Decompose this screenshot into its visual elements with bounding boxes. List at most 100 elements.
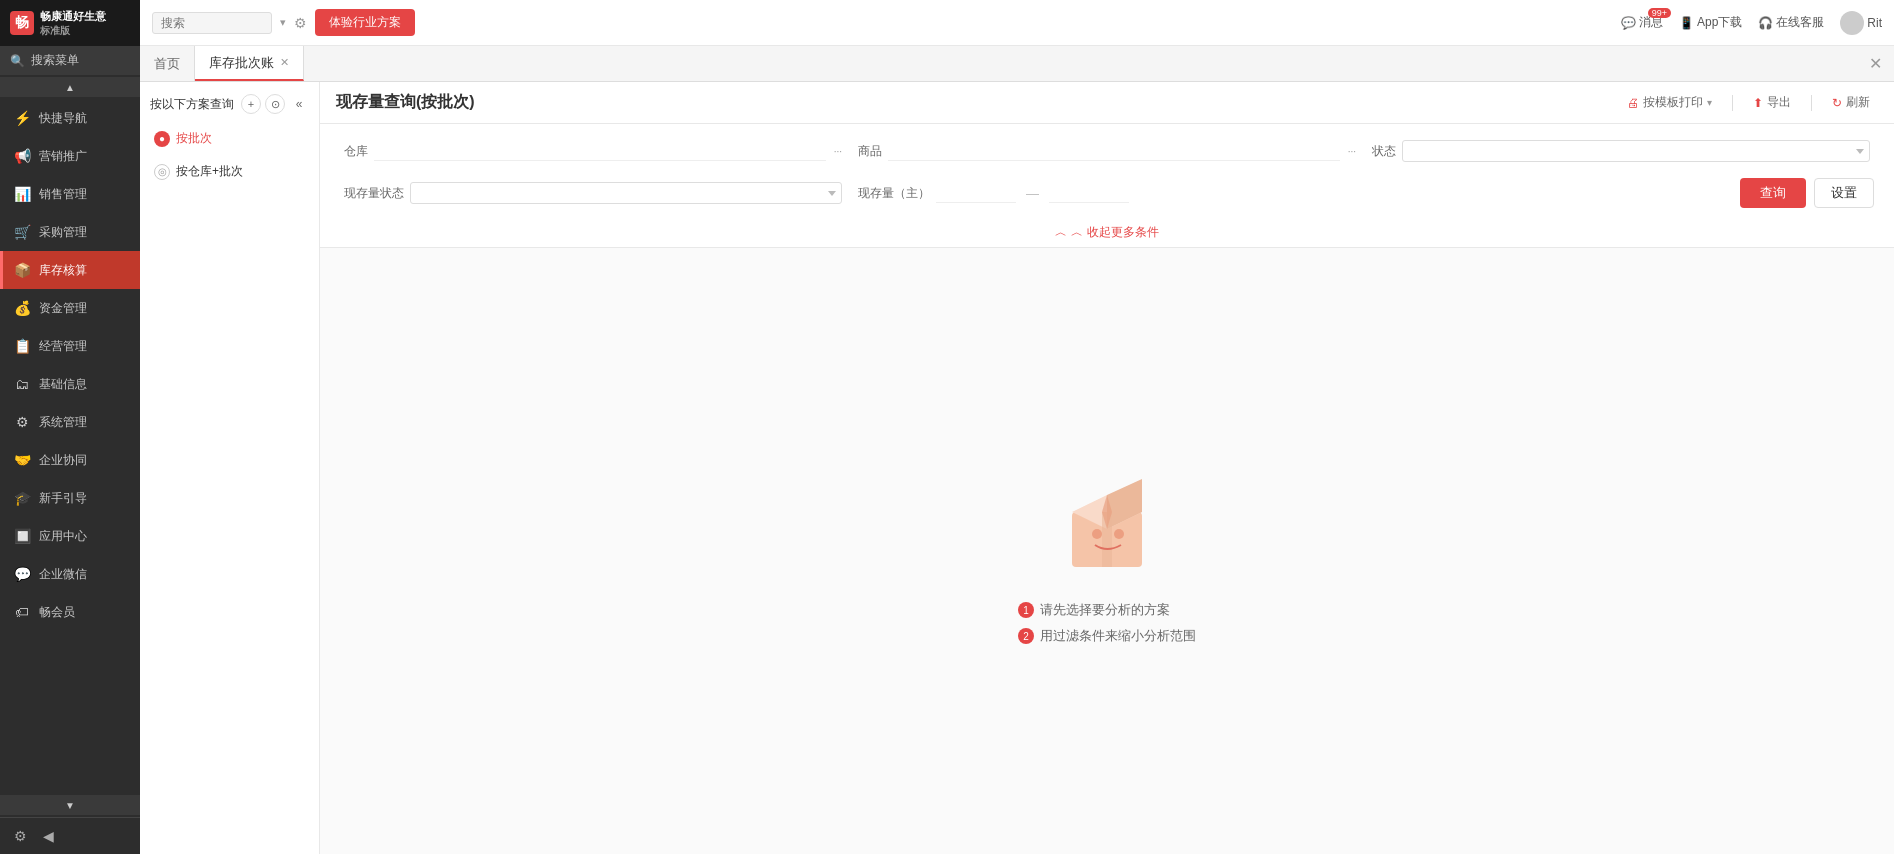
add-scheme-btn[interactable]: + (241, 94, 261, 114)
sales-icon: 📊 (13, 185, 31, 203)
empty-hint: 1 请先选择要分析的方案 2 用过滤条件来缩小分析范围 (1018, 601, 1196, 645)
toolbar-divider2 (1811, 95, 1812, 111)
qty-label: 现存量（主） (858, 185, 930, 202)
sidebar-search[interactable]: 🔍 搜索菜单 (0, 46, 140, 75)
tab-inventory-batch[interactable]: 库存批次账 ✕ (195, 46, 304, 81)
collapse-label: 收起更多条件 (1087, 224, 1159, 241)
tabbar-close-button[interactable]: ✕ (1857, 46, 1894, 81)
empty-state: 1 请先选择要分析的方案 2 用过滤条件来缩小分析范围 (320, 248, 1894, 854)
enterprise-icon: 🤝 (13, 451, 31, 469)
app-download-btn[interactable]: 📱 App下载 (1679, 14, 1742, 31)
scheme-settings-btn[interactable]: ⊙ (265, 94, 285, 114)
sidebar-scroll-up[interactable]: ▲ (0, 77, 140, 97)
sidebar-item-operation[interactable]: 📋 经营管理 (0, 327, 140, 365)
settings-button[interactable]: 设置 (1814, 178, 1874, 208)
right-panel: 现存量查询(按批次) 🖨 按模板打印 ▾ ⬆ 导出 ↻ 刷新 (320, 82, 1894, 854)
warehouse-more-icon[interactable]: ··· (834, 146, 842, 157)
print-icon: 🖨 (1627, 96, 1639, 110)
sidebar-item-enterprise[interactable]: 🤝 企业协同 (0, 441, 140, 479)
status-select[interactable]: 正常 不足 (1402, 140, 1870, 162)
sidebar-item-label: 企业协同 (39, 452, 87, 469)
scheme-item-by-warehouse-batch[interactable]: ◎ 按仓库+批次 (140, 155, 319, 188)
headset-icon: 🎧 (1758, 16, 1773, 30)
topbar-right: 💬 消息 99+ 📱 App下载 🎧 在线客服 Rit (1621, 11, 1882, 35)
trial-button[interactable]: 体验行业方案 (315, 9, 415, 36)
sidebar-item-label: 企业微信 (39, 566, 87, 583)
print-btn[interactable]: 🖨 按模板打印 ▾ (1619, 90, 1720, 115)
sidebar-item-wechat[interactable]: 💬 企业微信 (0, 555, 140, 593)
topbar-chevron-icon[interactable]: ▾ (280, 16, 286, 29)
refresh-icon: ↻ (1832, 96, 1842, 110)
sidebar-item-label: 采购管理 (39, 224, 87, 241)
tabbar: 首页 库存批次账 ✕ ✕ (140, 46, 1894, 82)
hint-item-1: 1 请先选择要分析的方案 (1018, 601, 1196, 619)
sidebar: 畅 畅康通好生意 标准版 🔍 搜索菜单 ▲ ⚡ 快捷导航 📢 营销推广 📊 销售… (0, 0, 140, 854)
sidebar-item-vip[interactable]: 🏷 畅会员 (0, 593, 140, 631)
message-btn[interactable]: 💬 消息 99+ (1621, 14, 1663, 31)
inventory-status-label: 现存量状态 (344, 185, 404, 202)
tab-home[interactable]: 首页 (140, 46, 195, 81)
scheme-icon-gray: ◎ (154, 164, 170, 180)
collapse-bar[interactable]: ︿ ︿ 收起更多条件 (320, 218, 1894, 247)
user-avatar[interactable]: Rit (1840, 11, 1882, 35)
qty-dash: — (1022, 186, 1043, 201)
export-btn[interactable]: ⬆ 导出 (1745, 90, 1799, 115)
sidebar-item-apps[interactable]: 🔲 应用中心 (0, 517, 140, 555)
sidebar-item-basic[interactable]: 🗂 基础信息 (0, 365, 140, 403)
query-button[interactable]: 查询 (1740, 178, 1806, 208)
panel-collapse-btn[interactable]: « (289, 94, 309, 114)
warehouse-input[interactable] (374, 142, 826, 161)
scheme-item-by-batch[interactable]: ● 按批次 (140, 122, 319, 155)
sidebar-item-label: 销售管理 (39, 186, 87, 203)
sidebar-item-label: 库存核算 (39, 262, 87, 279)
print-chevron-icon[interactable]: ▾ (1707, 97, 1712, 108)
message-badge: 99+ (1648, 8, 1671, 18)
scheme-label: 按批次 (176, 130, 212, 147)
collapse-sidebar-icon[interactable]: ◀ (38, 826, 58, 846)
sidebar-item-purchase[interactable]: 🛒 采购管理 (0, 213, 140, 251)
sidebar-item-system[interactable]: ⚙ 系统管理 (0, 403, 140, 441)
sidebar-item-inventory[interactable]: 📦 库存核算 (0, 251, 140, 289)
quick-nav-icon: ⚡ (13, 109, 31, 127)
page-title: 现存量查询(按批次) (336, 92, 475, 113)
tab-inventory-batch-label: 库存批次账 (209, 54, 274, 72)
sidebar-item-sales[interactable]: 📊 销售管理 (0, 175, 140, 213)
filter-area: 仓库 ··· 商品 ··· 状态 正常 不足 (320, 124, 1894, 248)
refresh-btn[interactable]: ↻ 刷新 (1824, 90, 1878, 115)
search-icon: 🔍 (10, 54, 25, 68)
sidebar-header: 畅 畅康通好生意 标准版 (0, 0, 140, 46)
sidebar-item-quick-nav[interactable]: ⚡ 快捷导航 (0, 99, 140, 137)
avatar-image (1840, 11, 1864, 35)
status-label: 状态 (1372, 143, 1396, 160)
hint-text-2: 用过滤条件来缩小分析范围 (1040, 627, 1196, 645)
app-name-block: 畅康通好生意 标准版 (40, 9, 106, 36)
sidebar-item-marketing[interactable]: 📢 营销推广 (0, 137, 140, 175)
toolbar-divider1 (1732, 95, 1733, 111)
qty-max-input[interactable] (1049, 184, 1129, 203)
online-service-btn[interactable]: 🎧 在线客服 (1758, 14, 1824, 31)
filter-product: 商品 ··· (850, 136, 1364, 167)
username: Rit (1867, 16, 1882, 30)
sidebar-item-newbie[interactable]: 🎓 新手引导 (0, 479, 140, 517)
product-label: 商品 (858, 143, 882, 160)
sidebar-scroll-down[interactable]: ▼ (0, 795, 140, 815)
qty-min-input[interactable] (936, 184, 1016, 203)
filter-inventory-status: 现存量状态 正常 不足 (336, 176, 850, 210)
product-input[interactable] (888, 142, 1340, 161)
sidebar-item-label: 畅会员 (39, 604, 75, 621)
sidebar-item-finance[interactable]: 💰 资金管理 (0, 289, 140, 327)
main-area: ▾ ⚙ 体验行业方案 💬 消息 99+ 📱 App下载 🎧 在线客服 Rit (140, 0, 1894, 854)
topbar-search-input[interactable] (152, 12, 272, 34)
product-more-icon[interactable]: ··· (1348, 146, 1356, 157)
sidebar-item-label: 基础信息 (39, 376, 87, 393)
settings-icon[interactable]: ⚙ (10, 826, 30, 846)
operation-icon: 📋 (13, 337, 31, 355)
tab-close-icon[interactable]: ✕ (280, 56, 289, 69)
inventory-icon: 📦 (13, 261, 31, 279)
sidebar-item-label: 经营管理 (39, 338, 87, 355)
inventory-status-select[interactable]: 正常 不足 (410, 182, 842, 204)
topbar-gear-icon[interactable]: ⚙ (294, 15, 307, 31)
close-icon: ✕ (1869, 54, 1882, 73)
topbar: ▾ ⚙ 体验行业方案 💬 消息 99+ 📱 App下载 🎧 在线客服 Rit (140, 0, 1894, 46)
left-panel-header: 按以下方案查询 + ⊙ « (140, 90, 319, 122)
